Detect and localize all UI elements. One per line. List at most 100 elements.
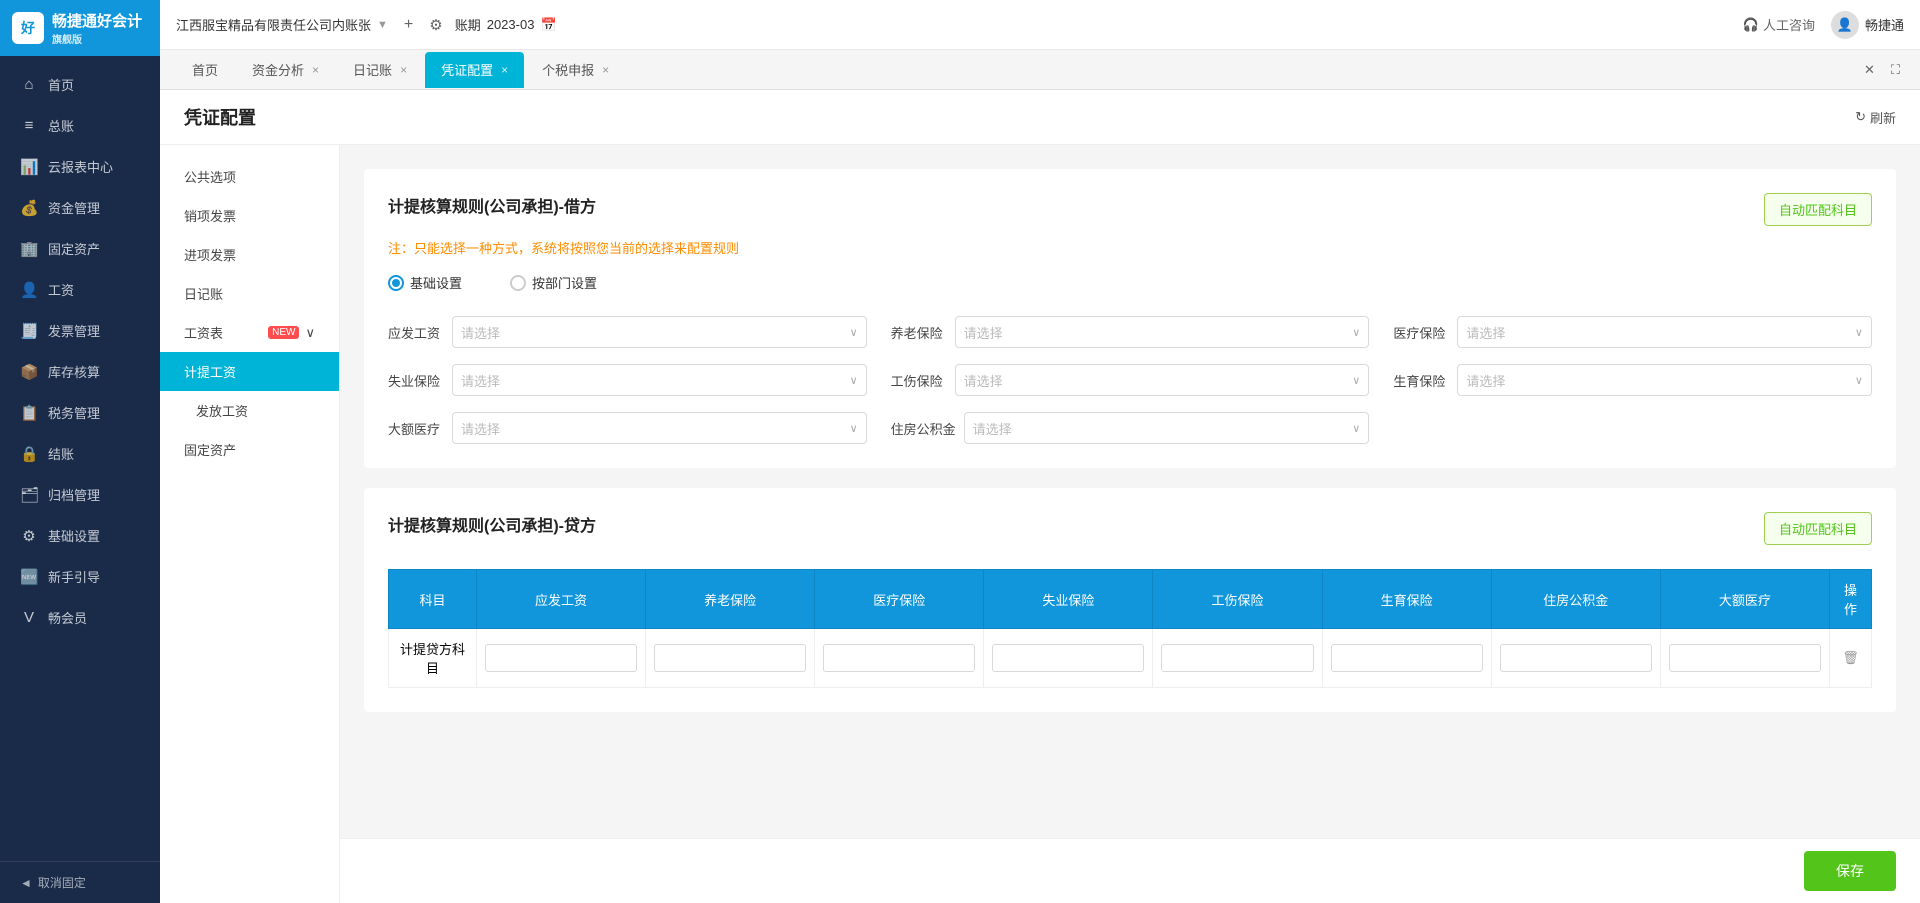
left-nav-pay-salary[interactable]: 发放工资	[160, 391, 339, 430]
tab-diary[interactable]: 日记账 ×	[337, 52, 423, 88]
auto-match-debit-button[interactable]: 自动匹配科目	[1764, 193, 1872, 226]
left-nav-calc-salary[interactable]: 计提工资	[160, 352, 339, 391]
tab-capital[interactable]: 资金分析 ×	[236, 52, 335, 88]
sidebar-item-tax[interactable]: 📋 税务管理	[0, 392, 160, 433]
select-sybx2[interactable]: 请选择 ∨	[1457, 364, 1872, 396]
add-account-button[interactable]: +	[400, 16, 417, 34]
company-selector[interactable]: 江西服宝精品有限责任公司内账张 ▼	[176, 15, 388, 34]
input-credit-sybx[interactable]	[992, 644, 1144, 672]
field-ylbx2: 医疗保险 请选择 ∨	[1393, 316, 1872, 348]
left-nav-diary-label: 日记账	[184, 284, 223, 303]
input-credit-gsbx[interactable]	[1161, 644, 1313, 672]
sidebar-item-closing[interactable]: 🔒 结账	[0, 433, 160, 474]
user-menu[interactable]: 👤 畅捷通	[1831, 11, 1904, 39]
select-ylbx-placeholder: 请选择	[964, 323, 1003, 342]
left-nav-fixed-assets[interactable]: 固定资产	[160, 430, 339, 469]
input-credit-ylbx[interactable]	[654, 644, 806, 672]
select-daly-placeholder: 请选择	[461, 419, 500, 438]
input-credit-ylbx2[interactable]	[823, 644, 975, 672]
input-credit-yfgz[interactable]	[485, 644, 637, 672]
th-ylbx: 养老保险	[646, 570, 815, 629]
tab-capital-close[interactable]: ×	[312, 63, 319, 77]
chart-icon: 📊	[20, 158, 38, 176]
sidebar-item-reports[interactable]: 📊 云报表中心	[0, 146, 160, 187]
tab-tax[interactable]: 个税申报 ×	[526, 52, 625, 88]
tab-voucher[interactable]: 凭证配置 ×	[425, 52, 524, 88]
sidebar-item-inventory[interactable]: 📦 库存核算	[0, 351, 160, 392]
topbar-right: 🎧 人工咨询 👤 畅捷通	[1743, 11, 1904, 39]
input-credit-sybx2[interactable]	[1331, 644, 1483, 672]
save-bar: 保存	[340, 838, 1920, 903]
refresh-button[interactable]: ↻ 刷新	[1855, 108, 1896, 127]
sidebar-item-capital[interactable]: 💰 资金管理	[0, 187, 160, 228]
radio-group: 基础设置 按部门设置	[388, 273, 1872, 292]
td-daly	[1660, 629, 1829, 688]
tabs-actions: ✕ ⛶	[1860, 58, 1904, 82]
td-gsbx	[1153, 629, 1322, 688]
main-area: 江西服宝精品有限责任公司内账张 ▼ + ⚙ 账期 2023-03 📅 🎧 人工咨…	[160, 0, 1920, 903]
tax-icon: 📋	[20, 404, 38, 422]
settings-icon: ⚙	[20, 527, 38, 545]
left-nav-sales[interactable]: 销项发票	[160, 196, 339, 235]
sidebar-item-vip-label: 畅会员	[48, 608, 87, 627]
delete-row-icon[interactable]: 🗑	[1842, 650, 1859, 665]
app-logo: 好 畅捷通好会计 旗舰版	[0, 0, 160, 56]
th-sybx: 失业保险	[984, 570, 1153, 629]
radio-basic-label: 基础设置	[410, 273, 462, 292]
tabs-bar: 首页 资金分析 × 日记账 × 凭证配置 × 个税申报 × ✕ ⛶	[160, 50, 1920, 90]
radio-basic-circle	[388, 275, 404, 291]
debit-section: 自动匹配科目 计提核算规则(公司承担)-借方 注：只能选择一种方式，系统将按照您…	[364, 169, 1896, 468]
input-credit-zfgjj[interactable]	[1500, 644, 1652, 672]
tab-voucher-close[interactable]: ×	[501, 63, 508, 77]
select-sybx2-arrow: ∨	[1855, 374, 1863, 387]
calendar-icon[interactable]: 📅	[540, 17, 556, 33]
sidebar-item-salary[interactable]: 👤 工资	[0, 269, 160, 310]
sidebar-item-fixed-assets[interactable]: 🏢 固定资产	[0, 228, 160, 269]
left-nav-public[interactable]: 公共选项	[160, 157, 339, 196]
input-credit-daly[interactable]	[1669, 644, 1821, 672]
sidebar-item-fixed-assets-label: 固定资产	[48, 239, 100, 258]
sidebar-unpin[interactable]: ◄ 取消固定	[0, 861, 160, 903]
th-gsbx: 工伤保险	[1153, 570, 1322, 629]
sidebar-item-vip[interactable]: V 畅会员	[0, 597, 160, 638]
left-nav-purchase[interactable]: 进项发票	[160, 235, 339, 274]
support-button[interactable]: 🎧 人工咨询	[1743, 15, 1815, 34]
sidebar-item-tax-label: 税务管理	[48, 403, 100, 422]
sidebar-item-settings[interactable]: ⚙ 基础设置	[0, 515, 160, 556]
support-label: 人工咨询	[1763, 15, 1815, 34]
radio-dept[interactable]: 按部门设置	[510, 273, 597, 292]
radio-basic[interactable]: 基础设置	[388, 273, 462, 292]
auto-match-credit-button[interactable]: 自动匹配科目	[1764, 512, 1872, 545]
sidebar-item-invoice[interactable]: 🧾 发票管理	[0, 310, 160, 351]
left-nav-diary[interactable]: 日记账	[160, 274, 339, 313]
tab-diary-close[interactable]: ×	[400, 63, 407, 77]
left-nav-salary-table[interactable]: 工资表 NEW ∨	[160, 313, 339, 352]
sidebar-item-invoice-label: 发票管理	[48, 321, 100, 340]
select-yfgz[interactable]: 请选择 ∨	[452, 316, 867, 348]
label-sybx: 失业保险	[388, 371, 444, 390]
th-daly: 大额医疗	[1660, 570, 1829, 629]
sidebar-nav: ⌂ 首页 ≡ 总账 📊 云报表中心 💰 资金管理 🏢 固定资产 👤 工资 🧾 发…	[0, 56, 160, 861]
debit-section-title: 计提核算规则(公司承担)-借方	[388, 193, 1872, 217]
sidebar-item-ledger[interactable]: ≡ 总账	[0, 105, 160, 146]
select-ylbx2[interactable]: 请选择 ∨	[1457, 316, 1872, 348]
save-button[interactable]: 保存	[1804, 851, 1896, 891]
select-zfgjj[interactable]: 请选择 ∨	[964, 412, 1370, 444]
select-ylbx[interactable]: 请选择 ∨	[955, 316, 1370, 348]
tab-close-button[interactable]: ✕	[1860, 58, 1879, 82]
tab-fullscreen-button[interactable]: ⛶	[1887, 58, 1904, 82]
select-gsbx[interactable]: 请选择 ∨	[955, 364, 1370, 396]
select-sybx2-placeholder: 请选择	[1466, 371, 1505, 390]
sidebar-item-home[interactable]: ⌂ 首页	[0, 64, 160, 105]
new-badge: NEW	[268, 326, 299, 339]
tab-tax-close[interactable]: ×	[602, 63, 609, 77]
tab-home[interactable]: 首页	[176, 52, 234, 88]
topbar-settings-button[interactable]: ⚙	[429, 16, 442, 34]
select-sybx[interactable]: 请选择 ∨	[452, 364, 867, 396]
archive-icon: 🗂	[20, 486, 38, 504]
select-daly[interactable]: 请选择 ∨	[452, 412, 867, 444]
sidebar-item-archive[interactable]: 🗂 归档管理	[0, 474, 160, 515]
sidebar-item-inventory-label: 库存核算	[48, 362, 100, 381]
sidebar-item-guide[interactable]: 🆕 新手引导	[0, 556, 160, 597]
capital-icon: 💰	[20, 199, 38, 217]
